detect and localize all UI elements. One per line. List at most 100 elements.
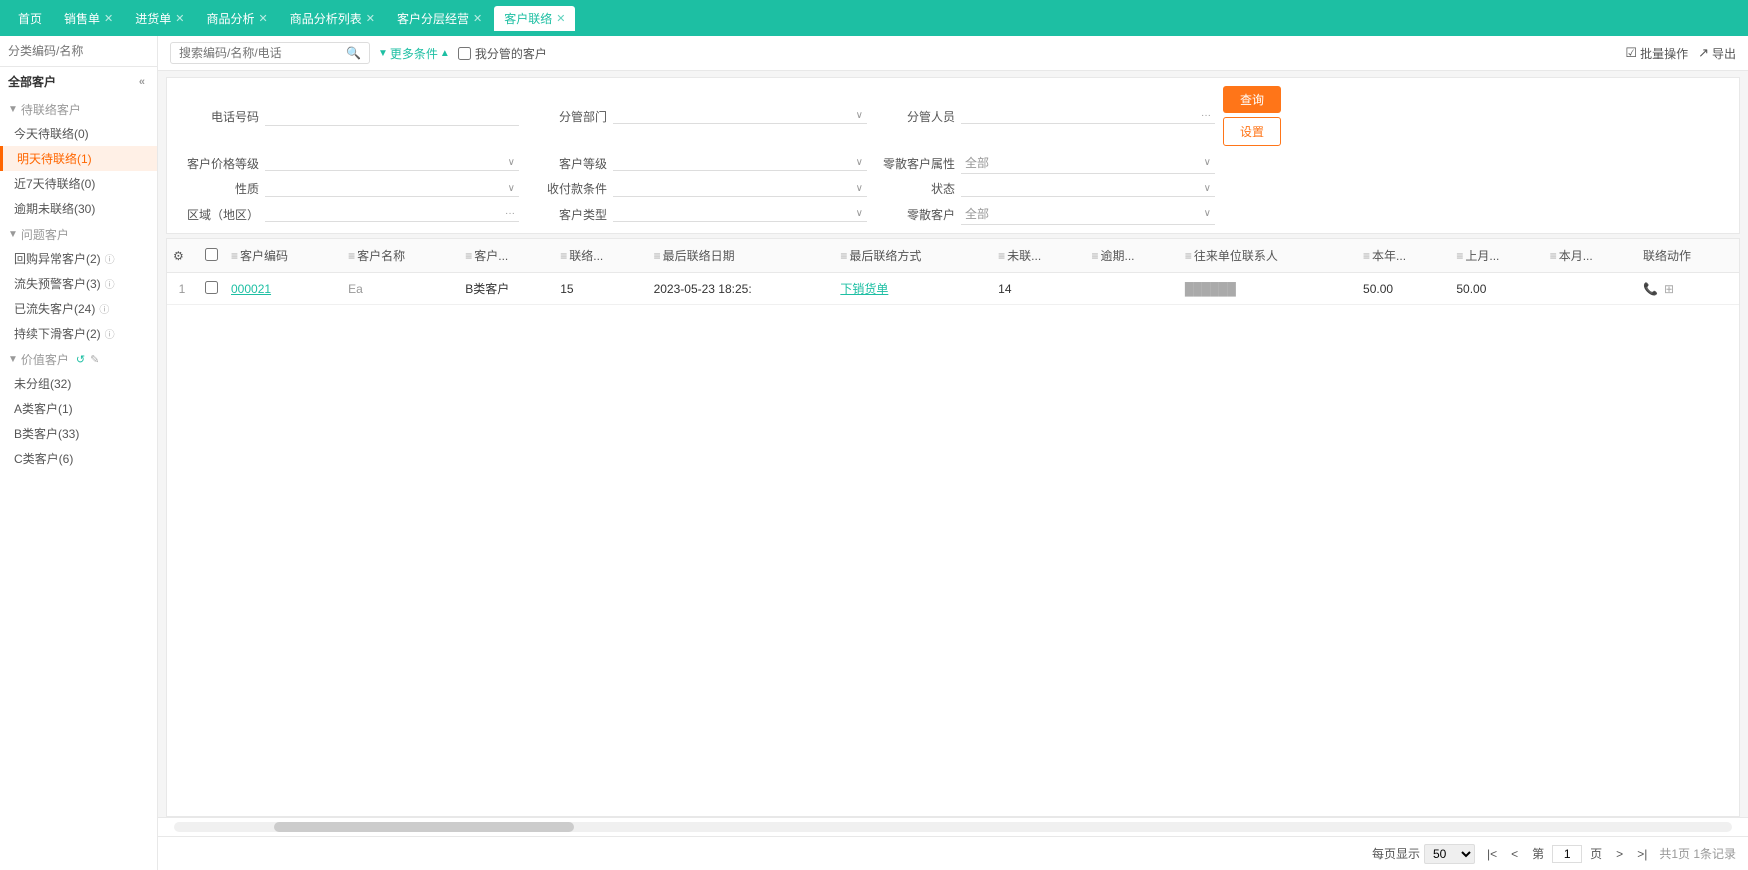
- field-customer-grade: 客户等级 ∨: [527, 155, 867, 172]
- row-actions[interactable]: 📞 ⊞: [1637, 273, 1739, 305]
- sidebar-item-class-c[interactable]: C类客户(6): [0, 446, 157, 471]
- field-payment-terms: 收付款条件 ∨: [527, 180, 867, 197]
- adv-row-2: 客户价格等级 ∨ 客户等级 ∨ 零散客户属性 全部: [179, 152, 1727, 174]
- group-pending-contact[interactable]: ▼ 待联络客户: [0, 96, 157, 121]
- settings-button[interactable]: 设置: [1223, 117, 1281, 146]
- select-retail-customer[interactable]: 全部 ∨: [961, 203, 1215, 225]
- phone-icon[interactable]: 📞: [1643, 282, 1658, 296]
- row-last-method[interactable]: 下销货单: [834, 273, 992, 305]
- close-icon[interactable]: ✕: [556, 12, 565, 25]
- group-value-customers[interactable]: ▼ 价值客户 ↺ ✎: [0, 346, 157, 371]
- batch-op-btn[interactable]: ☑ 批量操作: [1625, 45, 1688, 62]
- label-status: 状态: [875, 180, 955, 197]
- col-actions: 联络动作: [1637, 239, 1739, 273]
- row-name[interactable]: Ea: [342, 273, 459, 305]
- my-customers-checkbox[interactable]: 我分管的客户: [458, 45, 547, 62]
- page-input[interactable]: [1552, 845, 1582, 863]
- horizontal-scrollbar[interactable]: [174, 822, 1732, 832]
- col-this-year: ≡本年...: [1357, 239, 1450, 273]
- row-code[interactable]: 000021: [225, 273, 342, 305]
- settings-icon[interactable]: ⚙: [173, 249, 184, 263]
- edit-icon[interactable]: ✎: [90, 353, 99, 366]
- select-customer-grade[interactable]: ∨: [613, 155, 867, 171]
- checkbox-icon: ☑: [1625, 45, 1637, 61]
- select-customer-type[interactable]: ∨: [613, 206, 867, 222]
- label-person: 分管人员: [875, 108, 955, 125]
- refresh-icon[interactable]: ↺: [76, 353, 85, 366]
- close-icon[interactable]: ✕: [104, 12, 113, 25]
- all-customers-section[interactable]: 全部客户 «: [0, 67, 157, 96]
- select-person[interactable]: ···: [961, 108, 1215, 124]
- select-region[interactable]: ···: [265, 206, 519, 222]
- sidebar-item-repurchase-anomaly[interactable]: 回购异常客户(2) ⓘ: [0, 246, 157, 271]
- table-header: ⚙ ≡客户编码 ≡客户名称 ≡客户... ≡联络... ≡最后联络日期 ≡最后联…: [167, 239, 1739, 273]
- sidebar-item-today[interactable]: 今天待联络(0): [0, 121, 157, 146]
- filter-bar: 🔍 ▼ 更多条件 ▲ 我分管的客户 ☑ 批量操作 ↗ 导出: [158, 36, 1748, 71]
- nav-customer-contact[interactable]: 客户联络 ✕: [494, 6, 575, 31]
- prev-page-btn[interactable]: <: [1505, 845, 1524, 863]
- close-icon[interactable]: ✕: [259, 12, 268, 25]
- field-retail-customer: 零散客户 全部 ∨: [875, 203, 1215, 225]
- col-checkbox[interactable]: [197, 239, 225, 273]
- more-conditions-btn[interactable]: ▼ 更多条件 ▲: [378, 45, 450, 62]
- sidebar-item-churned[interactable]: 已流失客户(24) ⓘ: [0, 296, 157, 321]
- select-nature[interactable]: ∨: [265, 181, 519, 197]
- sidebar-item-tomorrow[interactable]: 明天待联络(1): [0, 146, 157, 171]
- page-nav: |< < 第 页 > >|: [1481, 843, 1653, 864]
- grid-icon[interactable]: ⊞: [1664, 282, 1674, 296]
- my-customers-check[interactable]: [458, 47, 471, 60]
- col-settings[interactable]: ⚙: [167, 239, 197, 273]
- search-wrap: 🔍: [170, 42, 370, 64]
- field-dept: 分管部门 ∨: [527, 108, 867, 125]
- chevron-down-icon: ∨: [856, 183, 863, 194]
- close-icon[interactable]: ✕: [175, 12, 184, 25]
- input-phone[interactable]: [265, 107, 519, 126]
- first-page-btn[interactable]: |<: [1481, 845, 1503, 863]
- page-label: 第: [1526, 843, 1550, 864]
- close-icon[interactable]: ✕: [366, 12, 375, 25]
- close-icon[interactable]: ✕: [473, 12, 482, 25]
- sidebar-item-overdue[interactable]: 逾期未联络(30): [0, 196, 157, 221]
- sidebar-item-ungrouped[interactable]: 未分组(32): [0, 371, 157, 396]
- sidebar-item-declining[interactable]: 持续下滑客户(2) ⓘ: [0, 321, 157, 346]
- select-payment-terms[interactable]: ∨: [613, 181, 867, 197]
- select-dept[interactable]: ∨: [613, 108, 867, 124]
- row-last-date: 2023-05-23 18:25:: [648, 273, 835, 305]
- sidebar-item-churn-warning[interactable]: 流失预警客户(3) ⓘ: [0, 271, 157, 296]
- search-input[interactable]: [179, 46, 342, 60]
- sidebar-item-7days[interactable]: 近7天待联络(0): [0, 171, 157, 196]
- nav-purchase[interactable]: 进货单 ✕: [125, 6, 194, 31]
- total-info: 共1页 1条记录: [1659, 845, 1736, 862]
- nav-sales[interactable]: 销售单 ✕: [54, 6, 123, 31]
- field-price-grade: 客户价格等级 ∨: [179, 155, 519, 172]
- last-page-btn[interactable]: >|: [1631, 845, 1653, 863]
- chevron-down-icon: ∨: [508, 183, 515, 194]
- select-retail-attr[interactable]: 全部 ∨: [961, 152, 1215, 174]
- row-checkbox[interactable]: [197, 273, 225, 305]
- row-no-contact: 14: [992, 273, 1085, 305]
- row-select-checkbox[interactable]: [205, 281, 218, 294]
- sidebar-search-input[interactable]: [8, 44, 158, 58]
- select-price-grade[interactable]: ∨: [265, 155, 519, 171]
- collapse-icon[interactable]: «: [135, 76, 149, 88]
- export-btn[interactable]: ↗ 导出: [1698, 45, 1736, 62]
- nav-home[interactable]: 首页: [8, 6, 52, 31]
- col-overdue: ≡逾期...: [1086, 239, 1179, 273]
- content-area: 🔍 ▼ 更多条件 ▲ 我分管的客户 ☑ 批量操作 ↗ 导出: [158, 36, 1748, 870]
- label-dept: 分管部门: [527, 108, 607, 125]
- nav-product-analysis[interactable]: 商品分析 ✕: [196, 6, 277, 31]
- select-all-checkbox[interactable]: [205, 248, 218, 261]
- field-customer-type: 客户类型 ∨: [527, 206, 867, 223]
- query-button[interactable]: 查询: [1223, 86, 1281, 113]
- next-page-btn[interactable]: >: [1610, 845, 1629, 863]
- select-status[interactable]: ∨: [961, 181, 1215, 197]
- per-page-select[interactable]: 50 100 200: [1424, 844, 1475, 864]
- nav-customer-layer[interactable]: 客户分层经营 ✕: [387, 6, 492, 31]
- group-problem-customers[interactable]: ▼ 问题客户: [0, 221, 157, 246]
- nav-product-analysis-list[interactable]: 商品分析列表 ✕: [280, 6, 385, 31]
- search-icon[interactable]: 🔍: [346, 46, 361, 60]
- scroll-thumb[interactable]: [274, 822, 574, 832]
- dots-icon: ···: [505, 208, 515, 219]
- sidebar-item-class-a[interactable]: A类客户(1): [0, 396, 157, 421]
- sidebar-item-class-b[interactable]: B类客户(33): [0, 421, 157, 446]
